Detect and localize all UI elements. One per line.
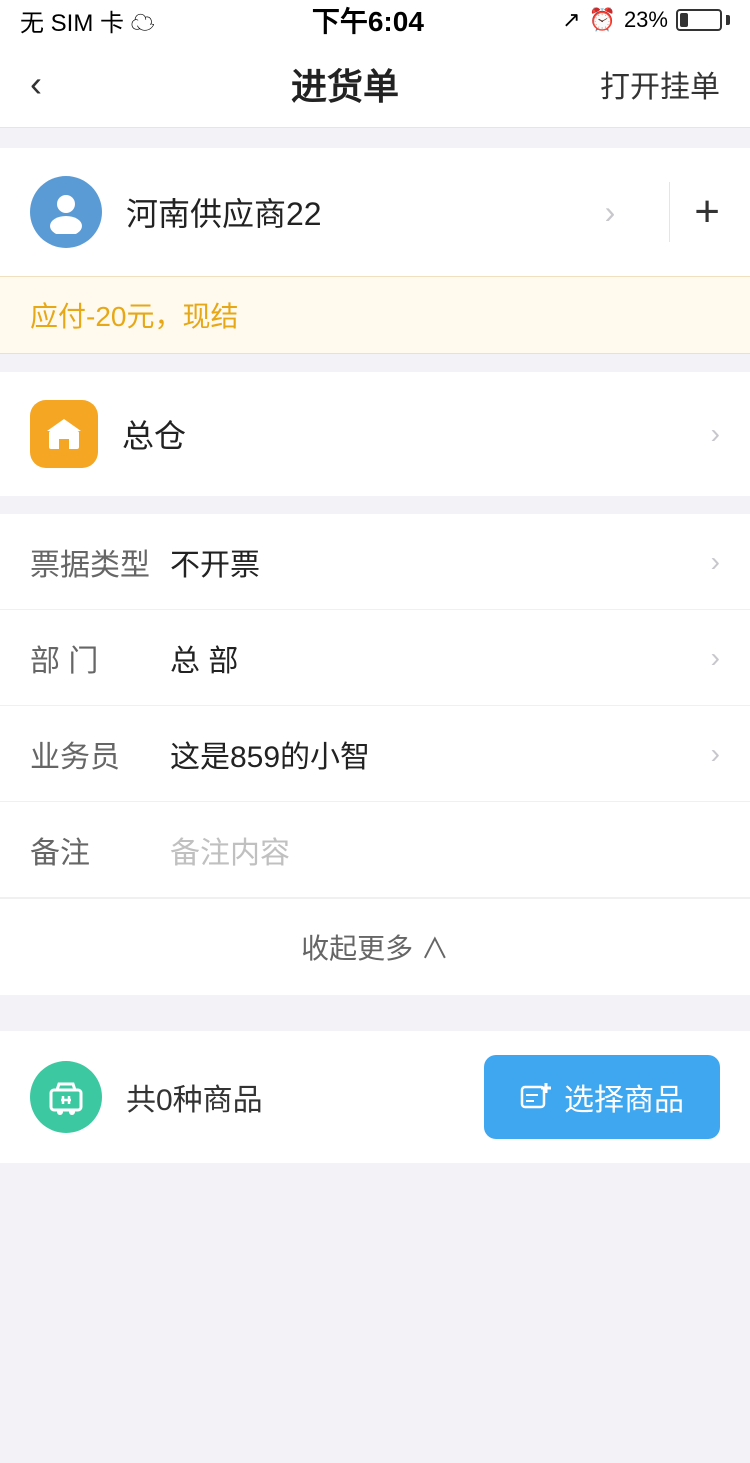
back-button[interactable]: ‹ — [30, 63, 90, 105]
status-right: ↗ ⏰ 23% — [562, 7, 730, 33]
cart-icon — [45, 1076, 87, 1118]
product-count: 共0种商品 — [126, 1075, 484, 1119]
supplier-arrow-icon: › — [605, 194, 616, 231]
status-left: 无 SIM 卡 ☁ — [20, 3, 174, 38]
supplier-name: 河南供应商22 — [126, 189, 605, 235]
gap-3 — [0, 995, 750, 1013]
status-time: 下午6:04 — [312, 0, 424, 40]
select-product-button[interactable]: 选择商品 — [484, 1055, 720, 1139]
nav-bar: ‹ 进货单 打开挂单 — [0, 40, 750, 128]
select-product-icon — [520, 1081, 552, 1113]
department-label: 部 门 — [30, 636, 150, 680]
collapse-button[interactable]: 收起更多 ∧ — [0, 898, 750, 995]
page-background — [0, 1163, 750, 1463]
supplier-section: 河南供应商22 › + 应付-20元，现结 — [0, 148, 750, 354]
gap-2 — [0, 496, 750, 514]
divider — [669, 182, 670, 242]
remark-label: 备注 — [30, 828, 150, 872]
gap-1 — [0, 354, 750, 372]
invoice-type-value: 不开票 — [170, 540, 695, 584]
invoice-type-arrow: › — [711, 546, 720, 578]
supplier-avatar — [30, 176, 102, 248]
department-value: 总 部 — [170, 636, 695, 680]
warning-banner: 应付-20元，现结 — [0, 276, 750, 354]
remark-row[interactable]: 备注 备注内容 — [0, 802, 750, 898]
salesperson-label: 业务员 — [30, 732, 150, 776]
battery-icon — [676, 9, 730, 31]
invoice-type-label: 票据类型 — [30, 540, 150, 584]
warehouse-icon-wrap — [30, 400, 98, 468]
collapse-text: 收起更多 ∧ — [301, 927, 449, 967]
wifi-icon — [163, 7, 174, 33]
status-bar: 无 SIM 卡 ☁ 下午6:04 ↗ ⏰ 23% — [0, 0, 750, 40]
department-arrow: › — [711, 642, 720, 674]
salesperson-row[interactable]: 业务员 这是859的小智 › — [0, 706, 750, 802]
salesperson-value: 这是859的小智 — [170, 732, 695, 776]
form-section: 票据类型 不开票 › 部 门 总 部 › 业务员 这是859的小智 › 备注 备… — [0, 514, 750, 995]
add-supplier-button[interactable]: + — [694, 187, 720, 237]
invoice-type-row[interactable]: 票据类型 不开票 › — [0, 514, 750, 610]
open-pending-button[interactable]: 打开挂单 — [600, 62, 720, 106]
warehouse-section: 总仓 › — [0, 372, 750, 496]
remark-input[interactable]: 备注内容 — [170, 828, 720, 872]
warehouse-name: 总仓 — [122, 411, 695, 457]
location-icon: ↗ — [562, 7, 580, 33]
product-icon-wrap — [30, 1061, 102, 1133]
select-product-label: 选择商品 — [564, 1075, 684, 1119]
warehouse-icon — [45, 415, 83, 453]
department-row[interactable]: 部 门 总 部 › — [0, 610, 750, 706]
warehouse-row[interactable]: 总仓 › — [0, 372, 750, 496]
sim-label: 无 SIM 卡 ☁ — [20, 3, 155, 38]
person-icon — [44, 190, 88, 234]
supplier-row[interactable]: 河南供应商22 › + — [0, 148, 750, 276]
section-gap-top — [0, 128, 750, 148]
page-title: 进货单 — [291, 58, 399, 110]
salesperson-arrow: › — [711, 738, 720, 770]
bottom-bar: 共0种商品 选择商品 — [0, 1031, 750, 1163]
warehouse-arrow-icon: › — [711, 418, 720, 450]
battery-percent: 23% — [624, 7, 668, 33]
alarm-icon: ⏰ — [589, 7, 616, 33]
